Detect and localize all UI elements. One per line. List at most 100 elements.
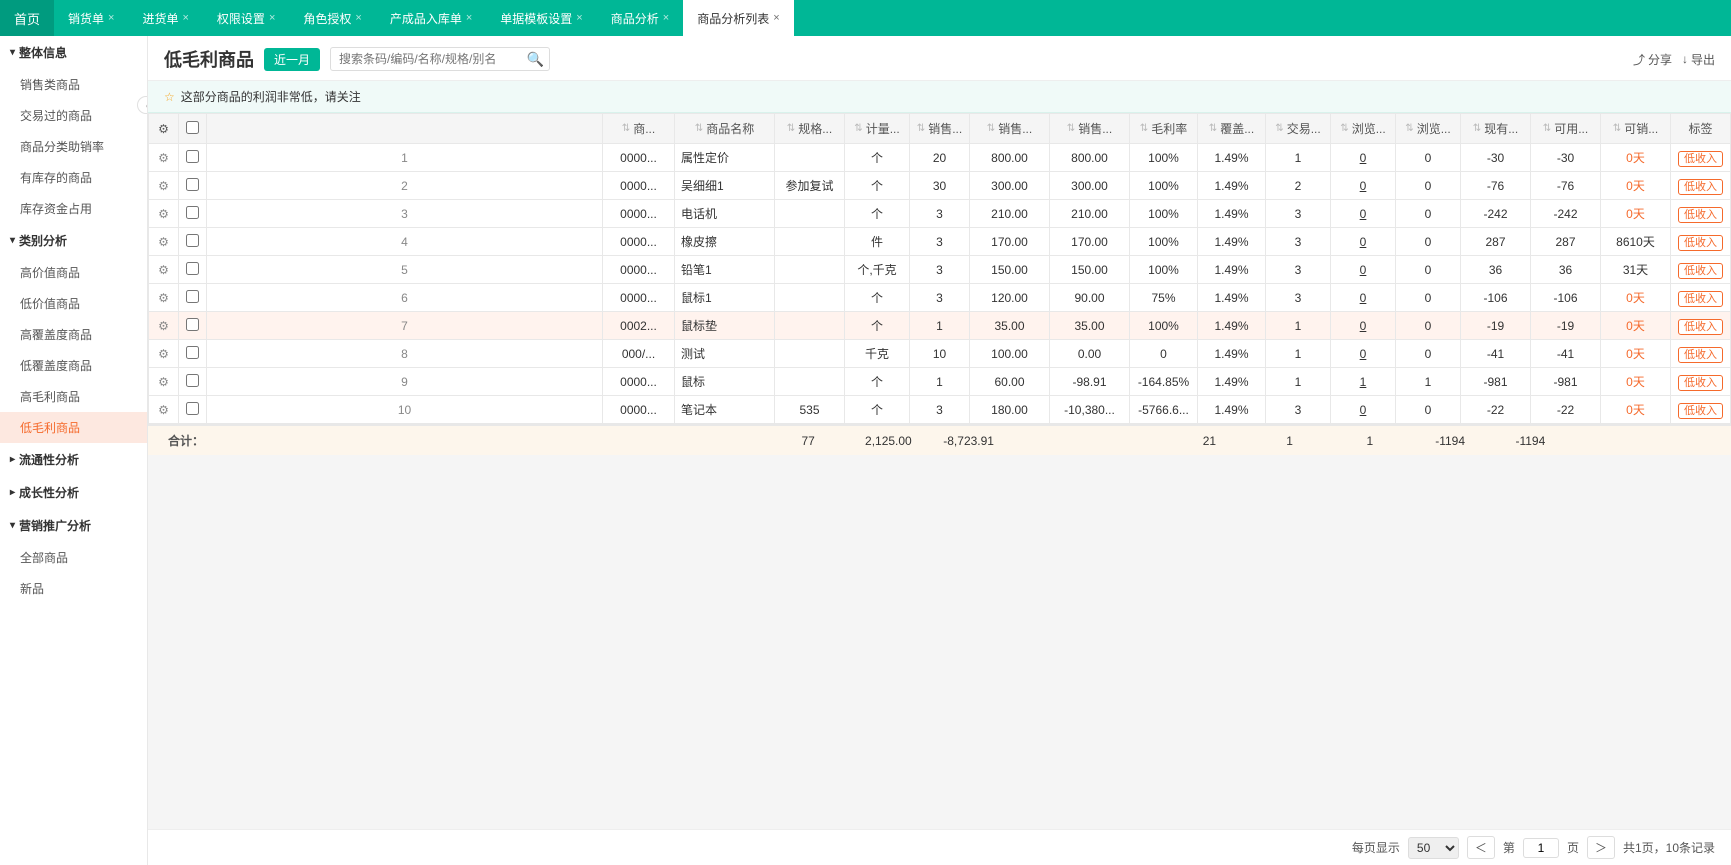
row-gear[interactable]: ⚙	[149, 200, 179, 228]
row-browse1[interactable]: 0	[1331, 200, 1396, 228]
search-icon[interactable]: 🔍	[527, 51, 544, 68]
sort-icon-mao[interactable]: ⇅	[1209, 123, 1217, 134]
row-browse1[interactable]: 0	[1331, 228, 1396, 256]
row-browse1[interactable]: 0	[1331, 284, 1396, 312]
row-gear[interactable]: ⚙	[149, 284, 179, 312]
nav-close-permission[interactable]: ×	[269, 12, 275, 24]
nav-close-finished-goods[interactable]: ×	[466, 12, 472, 24]
nav-permission[interactable]: 权限设置 ×	[203, 0, 289, 36]
nav-close-role-auth[interactable]: ×	[355, 12, 361, 24]
sort-icon-salable[interactable]: ⇅	[1613, 123, 1621, 134]
col-gear[interactable]: ⚙	[149, 114, 179, 144]
nav-goods-analysis[interactable]: 商品分析 ×	[597, 0, 683, 36]
sort-icon-browse1[interactable]: ⇅	[1340, 123, 1348, 134]
nav-role-auth[interactable]: 角色授权 ×	[289, 0, 375, 36]
sort-icon-usable[interactable]: ⇅	[1543, 123, 1551, 134]
sidebar-group-flow[interactable]: ▸ 流通性分析	[0, 443, 147, 476]
row-check[interactable]	[179, 312, 207, 340]
row-check[interactable]	[179, 228, 207, 256]
sidebar-item-traded-goods[interactable]: 交易过的商品	[0, 100, 147, 131]
row-browse1[interactable]: 0	[1331, 396, 1396, 424]
sidebar-item-low-coverage[interactable]: 低覆盖度商品	[0, 350, 147, 381]
row-gear[interactable]: ⚙	[149, 228, 179, 256]
sort-icon-sale-profit[interactable]: ⇅	[1067, 123, 1075, 134]
row-gear[interactable]: ⚙	[149, 172, 179, 200]
sidebar-item-low-gross[interactable]: 低毛利商品	[0, 412, 147, 443]
nav-goods-analysis-list[interactable]: 商品分析列表 ×	[683, 0, 793, 36]
row-gear[interactable]: ⚙	[149, 312, 179, 340]
filter-btn[interactable]: 近一月	[264, 48, 320, 71]
row-gear[interactable]: ⚙	[149, 144, 179, 172]
sort-icon-sale-price[interactable]: ⇅	[987, 123, 995, 134]
sidebar-item-new-goods[interactable]: 新品	[0, 573, 147, 604]
sidebar-group-overview[interactable]: ▾ 整体信息	[0, 36, 147, 69]
sort-icon-stock[interactable]: ⇅	[1473, 123, 1481, 134]
row-check[interactable]	[179, 340, 207, 368]
sidebar-item-all-goods[interactable]: 全部商品	[0, 542, 147, 573]
row-gear[interactable]: ⚙	[149, 340, 179, 368]
row-check[interactable]	[179, 172, 207, 200]
export-btn[interactable]: ↓ 导出	[1682, 51, 1715, 68]
next-page-btn[interactable]: ＞	[1587, 836, 1615, 859]
nav-close-template-settings[interactable]: ×	[576, 12, 582, 24]
sidebar-item-low-value[interactable]: 低价值商品	[0, 288, 147, 319]
sidebar-item-category-assist[interactable]: 商品分类助销率	[0, 131, 147, 162]
prev-page-btn[interactable]: ＜	[1467, 836, 1495, 859]
nav-close-goods-analysis-list[interactable]: ×	[773, 12, 779, 24]
row-sale-qty: 1	[910, 368, 970, 396]
sort-icon-browse2[interactable]: ⇅	[1405, 123, 1413, 134]
sort-icon-code[interactable]: ⇅	[622, 123, 630, 134]
sort-icon-spec[interactable]: ⇅	[787, 123, 795, 134]
row-browse1[interactable]: 0	[1331, 340, 1396, 368]
row-sale-qty: 3	[910, 228, 970, 256]
sort-icon-name[interactable]: ⇅	[695, 123, 703, 134]
nav-purchase-order[interactable]: 进货单 ×	[128, 0, 202, 36]
page-input[interactable]	[1523, 838, 1559, 858]
sidebar-item-high-value[interactable]: 高价值商品	[0, 257, 147, 288]
sort-icon-unit[interactable]: ⇅	[854, 123, 862, 134]
row-check[interactable]	[179, 200, 207, 228]
nav-sales-order[interactable]: 销货单 ×	[54, 0, 128, 36]
sort-icon-sale-qty[interactable]: ⇅	[917, 123, 925, 134]
row-browse1[interactable]: 1	[1331, 368, 1396, 396]
row-browse1[interactable]: 0	[1331, 144, 1396, 172]
sidebar-item-high-coverage[interactable]: 高覆盖度商品	[0, 319, 147, 350]
row-browse1[interactable]: 0	[1331, 172, 1396, 200]
page-suffix: 页	[1567, 839, 1579, 856]
row-check[interactable]	[179, 256, 207, 284]
nav-home[interactable]: 首页	[0, 0, 54, 36]
sidebar-group-marketing[interactable]: ▾ 营销推广分析	[0, 509, 147, 542]
sidebar-item-stock-capital[interactable]: 库存资金占用	[0, 193, 147, 224]
row-check[interactable]	[179, 368, 207, 396]
sidebar-item-high-gross[interactable]: 高毛利商品	[0, 381, 147, 412]
row-check[interactable]	[179, 284, 207, 312]
sidebar-collapse-btn[interactable]: 《	[137, 96, 148, 114]
row-salable: 0天	[1601, 172, 1671, 200]
nav-close-goods-analysis[interactable]: ×	[663, 12, 669, 24]
share-btn[interactable]: ⤴ 分享	[1633, 51, 1672, 68]
sum-stock: -1194	[1410, 434, 1490, 448]
row-gear[interactable]: ⚙	[149, 368, 179, 396]
row-check[interactable]	[179, 396, 207, 424]
sidebar-group-growth[interactable]: ▸ 成长性分析	[0, 476, 147, 509]
sidebar-item-stock-goods[interactable]: 有库存的商品	[0, 162, 147, 193]
row-check[interactable]	[179, 144, 207, 172]
row-browse1[interactable]: 0	[1331, 256, 1396, 284]
nav-template-settings[interactable]: 单据模板设置 ×	[486, 0, 596, 36]
row-gear[interactable]: ⚙	[149, 256, 179, 284]
nav-close-sales-order[interactable]: ×	[108, 12, 114, 24]
select-all-checkbox[interactable]	[186, 121, 199, 134]
row-browse1[interactable]: 0	[1331, 312, 1396, 340]
gear-icon[interactable]: ⚙	[158, 122, 169, 136]
per-page-select[interactable]: 50 100 200	[1408, 837, 1459, 859]
col-stock: ⇅现有...	[1461, 114, 1531, 144]
sidebar-group-category[interactable]: ▾ 类别分析	[0, 224, 147, 257]
sidebar-item-sales-goods[interactable]: 销售类商品	[0, 69, 147, 100]
sort-icon-trade[interactable]: ⇅	[1275, 123, 1283, 134]
row-gear[interactable]: ⚙	[149, 396, 179, 424]
row-tag: 低收入	[1671, 284, 1731, 312]
sort-icon-gross-rate[interactable]: ⇅	[1140, 123, 1148, 134]
nav-finished-goods[interactable]: 产成品入库单 ×	[376, 0, 486, 36]
search-input[interactable]	[330, 47, 550, 71]
nav-close-purchase-order[interactable]: ×	[182, 12, 188, 24]
